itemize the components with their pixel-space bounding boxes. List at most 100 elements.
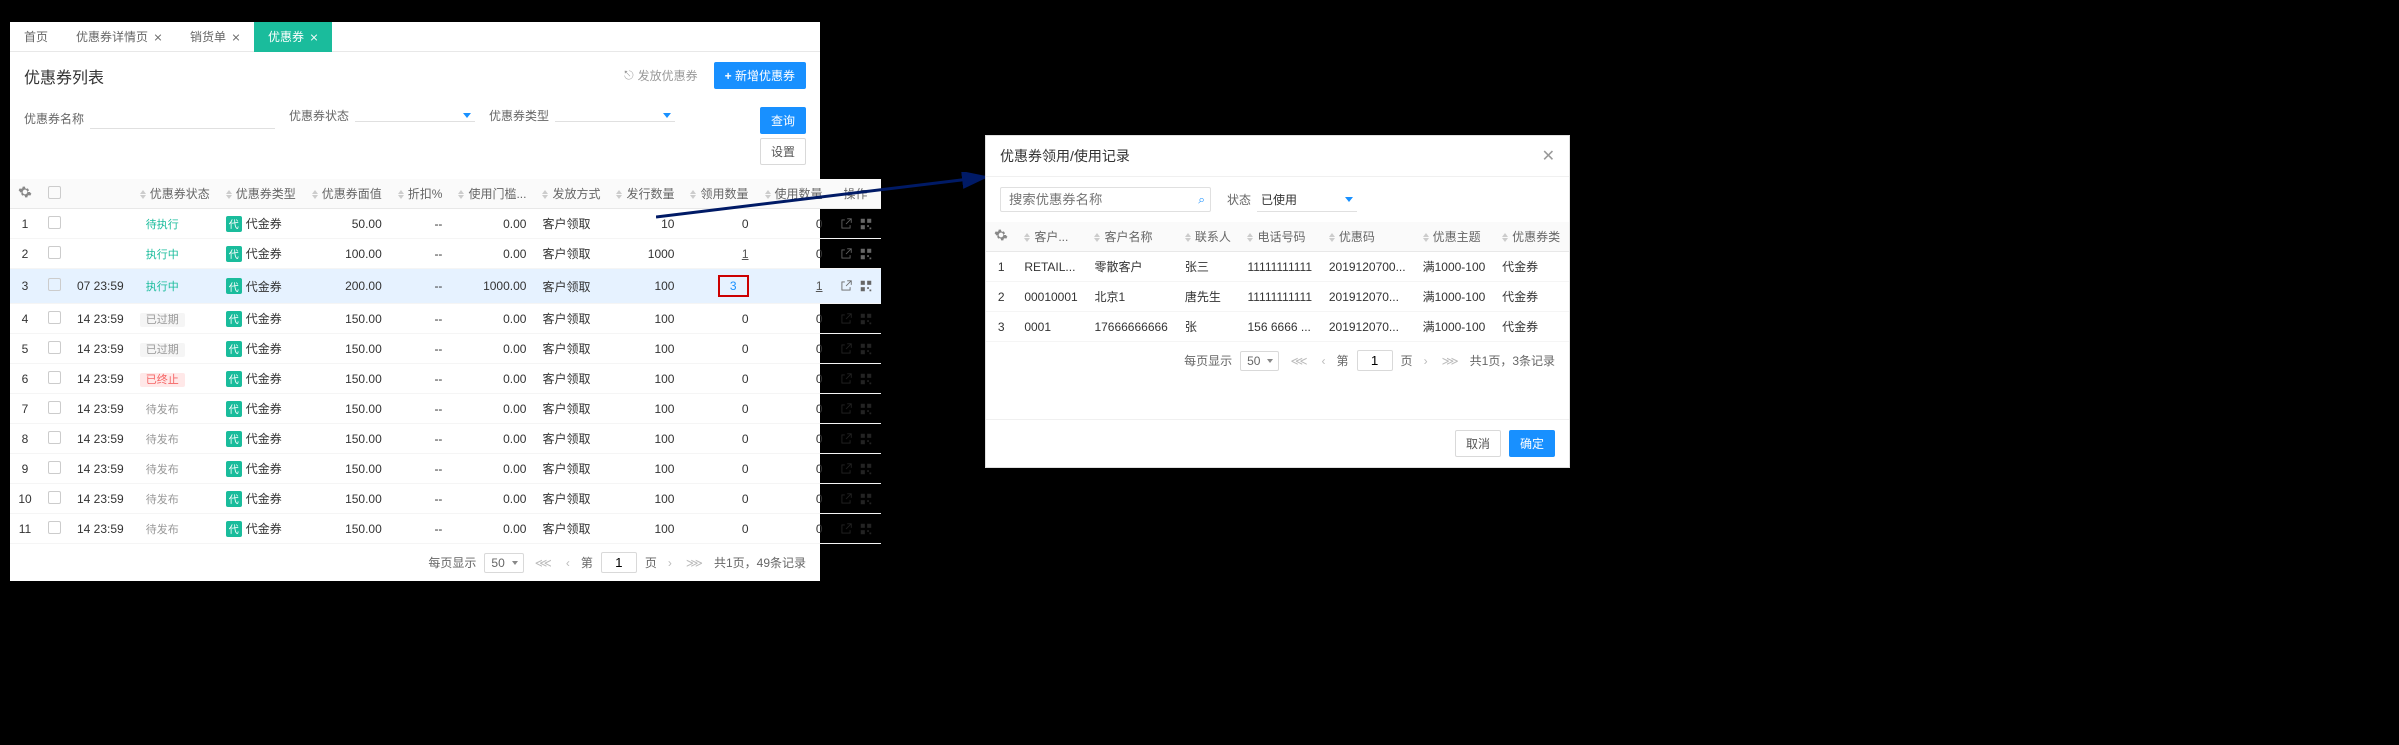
col-gear[interactable] — [986, 222, 1016, 252]
open-icon[interactable] — [839, 247, 853, 261]
cancel-button[interactable]: 取消 — [1455, 430, 1501, 457]
row-checkbox[interactable] — [48, 431, 61, 444]
table-row[interactable]: 6 14 23:59 已终止 代代金券 150.00 -- 0.00 客户领取 … — [10, 364, 881, 394]
col-cust-no[interactable]: 客户... — [1016, 222, 1086, 252]
pager-first-icon[interactable]: ⋘ — [532, 556, 555, 570]
usage-table: 客户... 客户名称 联系人 电话号码 优惠码 优惠主题 优惠券类 1 RETA… — [986, 222, 1569, 342]
close-icon[interactable] — [232, 33, 240, 41]
cell-check[interactable] — [40, 454, 69, 484]
modal-status-select[interactable]: 已使用 — [1257, 188, 1357, 212]
cell-status: 已过期 — [132, 304, 218, 334]
pager-first-icon[interactable]: ⋘ — [1287, 354, 1310, 368]
claim-qty-link[interactable]: 1 — [742, 247, 749, 261]
pager-last-icon[interactable]: ⋙ — [1439, 354, 1462, 368]
close-icon[interactable] — [310, 33, 318, 41]
col-discount[interactable]: 折扣% — [390, 179, 451, 209]
col-issue-qty[interactable]: 发行数量 — [608, 179, 682, 209]
row-checkbox[interactable] — [48, 401, 61, 414]
tab-home[interactable]: 首页 — [10, 22, 62, 52]
table-row[interactable]: 2 00010001 北京1 唐先生 11111111111 201912070… — [986, 282, 1569, 312]
col-threshold[interactable]: 使用门槛... — [450, 179, 534, 209]
row-checkbox[interactable] — [48, 461, 61, 474]
row-checkbox[interactable] — [48, 278, 61, 291]
cell-check[interactable] — [40, 514, 69, 544]
row-checkbox[interactable] — [48, 311, 61, 324]
coupon-type-select[interactable] — [555, 110, 675, 122]
table-row[interactable]: 7 14 23:59 待发布 代代金券 150.00 -- 0.00 客户领取 … — [10, 394, 881, 424]
col-subject[interactable]: 优惠主题 — [1415, 222, 1495, 252]
col-coupon-type[interactable]: 优惠券类 — [1494, 222, 1569, 252]
close-icon[interactable]: ✕ — [1542, 146, 1555, 166]
row-checkbox[interactable] — [48, 246, 61, 259]
open-icon[interactable] — [839, 279, 853, 293]
page-input[interactable] — [601, 552, 637, 573]
cell-check[interactable] — [40, 394, 69, 424]
table-row[interactable]: 3 07 23:59 执行中 代代金券 200.00 -- 1000.00 客户… — [10, 269, 881, 304]
checkbox-all[interactable] — [48, 186, 61, 199]
coupon-name-input[interactable] — [90, 107, 275, 129]
table-row[interactable]: 10 14 23:59 待发布 代代金券 150.00 -- 0.00 客户领取… — [10, 484, 881, 514]
qr-icon[interactable] — [859, 279, 873, 293]
table-row[interactable]: 1 RETAIL... 零散客户 张三 11111111111 20191207… — [986, 252, 1569, 282]
col-claim-qty[interactable]: 领用数量 — [682, 179, 756, 209]
table-row[interactable]: 8 14 23:59 待发布 代代金券 150.00 -- 0.00 客户领取 … — [10, 424, 881, 454]
qr-icon[interactable] — [859, 217, 873, 231]
cell-time: 14 23:59 — [69, 424, 132, 454]
cell-check[interactable] — [40, 484, 69, 514]
claim-qty-link[interactable]: 3 — [718, 275, 749, 297]
cell-check[interactable] — [40, 334, 69, 364]
col-gear[interactable] — [10, 179, 40, 209]
table-row[interactable]: 11 14 23:59 待发布 代代金券 150.00 -- 0.00 客户领取… — [10, 514, 881, 544]
col-check[interactable] — [40, 179, 69, 209]
row-checkbox[interactable] — [48, 216, 61, 229]
col-type[interactable]: 优惠券类型 — [218, 179, 304, 209]
col-face[interactable]: 优惠券面值 — [304, 179, 390, 209]
tab-sales-order[interactable]: 销货单 — [176, 22, 254, 52]
page-input[interactable] — [1357, 350, 1393, 371]
table-row[interactable]: 1 待执行 代代金券 50.00 -- 0.00 客户领取 10 0 0 — [10, 209, 881, 239]
cell-check[interactable] — [40, 364, 69, 394]
col-status[interactable]: 优惠券状态 — [132, 179, 218, 209]
table-row[interactable]: 3 0001 17666666666 张 156 6666 ... 201912… — [986, 312, 1569, 342]
col-cust-name[interactable]: 客户名称 — [1086, 222, 1176, 252]
ok-button[interactable]: 确定 — [1509, 430, 1555, 457]
add-coupon-button[interactable]: + 新增优惠券 — [714, 62, 806, 89]
close-icon[interactable] — [154, 33, 162, 41]
col-use-qty[interactable]: 使用数量 — [757, 179, 831, 209]
pager-last-icon[interactable]: ⋙ — [683, 556, 706, 570]
qr-icon[interactable] — [859, 247, 873, 261]
search-icon[interactable]: ⌕ — [1198, 192, 1205, 207]
pager-next-icon[interactable]: › — [1421, 354, 1431, 368]
cell-check[interactable] — [40, 304, 69, 334]
pager-prev-icon[interactable]: ‹ — [563, 556, 573, 570]
table-row[interactable]: 9 14 23:59 待发布 代代金券 150.00 -- 0.00 客户领取 … — [10, 454, 881, 484]
tab-coupon-detail[interactable]: 优惠券详情页 — [62, 22, 176, 52]
per-page-select[interactable]: 50 — [484, 553, 523, 573]
coupon-status-select[interactable] — [355, 110, 475, 122]
col-contact[interactable]: 联系人 — [1177, 222, 1240, 252]
row-checkbox[interactable] — [48, 491, 61, 504]
settings-button[interactable]: 设置 — [760, 138, 806, 165]
col-phone[interactable]: 电话号码 — [1239, 222, 1320, 252]
col-method[interactable]: 发放方式 — [534, 179, 608, 209]
table-row[interactable]: 5 14 23:59 已过期 代代金券 150.00 -- 0.00 客户领取 … — [10, 334, 881, 364]
table-row[interactable]: 2 执行中 代代金券 100.00 -- 0.00 客户领取 1000 1 0 — [10, 239, 881, 269]
pager-prev-icon[interactable]: ‹ — [1319, 354, 1329, 368]
query-button[interactable]: 查询 — [760, 107, 806, 134]
use-qty-link[interactable]: 1 — [816, 279, 823, 293]
cell-check[interactable] — [40, 269, 69, 304]
per-page-select[interactable]: 50 — [1240, 351, 1279, 371]
open-icon[interactable] — [839, 217, 853, 231]
col-code[interactable]: 优惠码 — [1321, 222, 1415, 252]
row-checkbox[interactable] — [48, 371, 61, 384]
table-row[interactable]: 4 14 23:59 已过期 代代金券 150.00 -- 0.00 客户领取 … — [10, 304, 881, 334]
row-checkbox[interactable] — [48, 341, 61, 354]
pager-next-icon[interactable]: › — [665, 556, 675, 570]
cell-check[interactable] — [40, 239, 69, 269]
tab-coupon[interactable]: 优惠券 — [254, 22, 332, 52]
row-checkbox[interactable] — [48, 521, 61, 534]
issue-coupon-button[interactable]: ⎋ 发放优惠券 — [614, 63, 708, 88]
cell-check[interactable] — [40, 424, 69, 454]
modal-search-input[interactable] — [1000, 187, 1211, 212]
cell-check[interactable] — [40, 209, 69, 239]
